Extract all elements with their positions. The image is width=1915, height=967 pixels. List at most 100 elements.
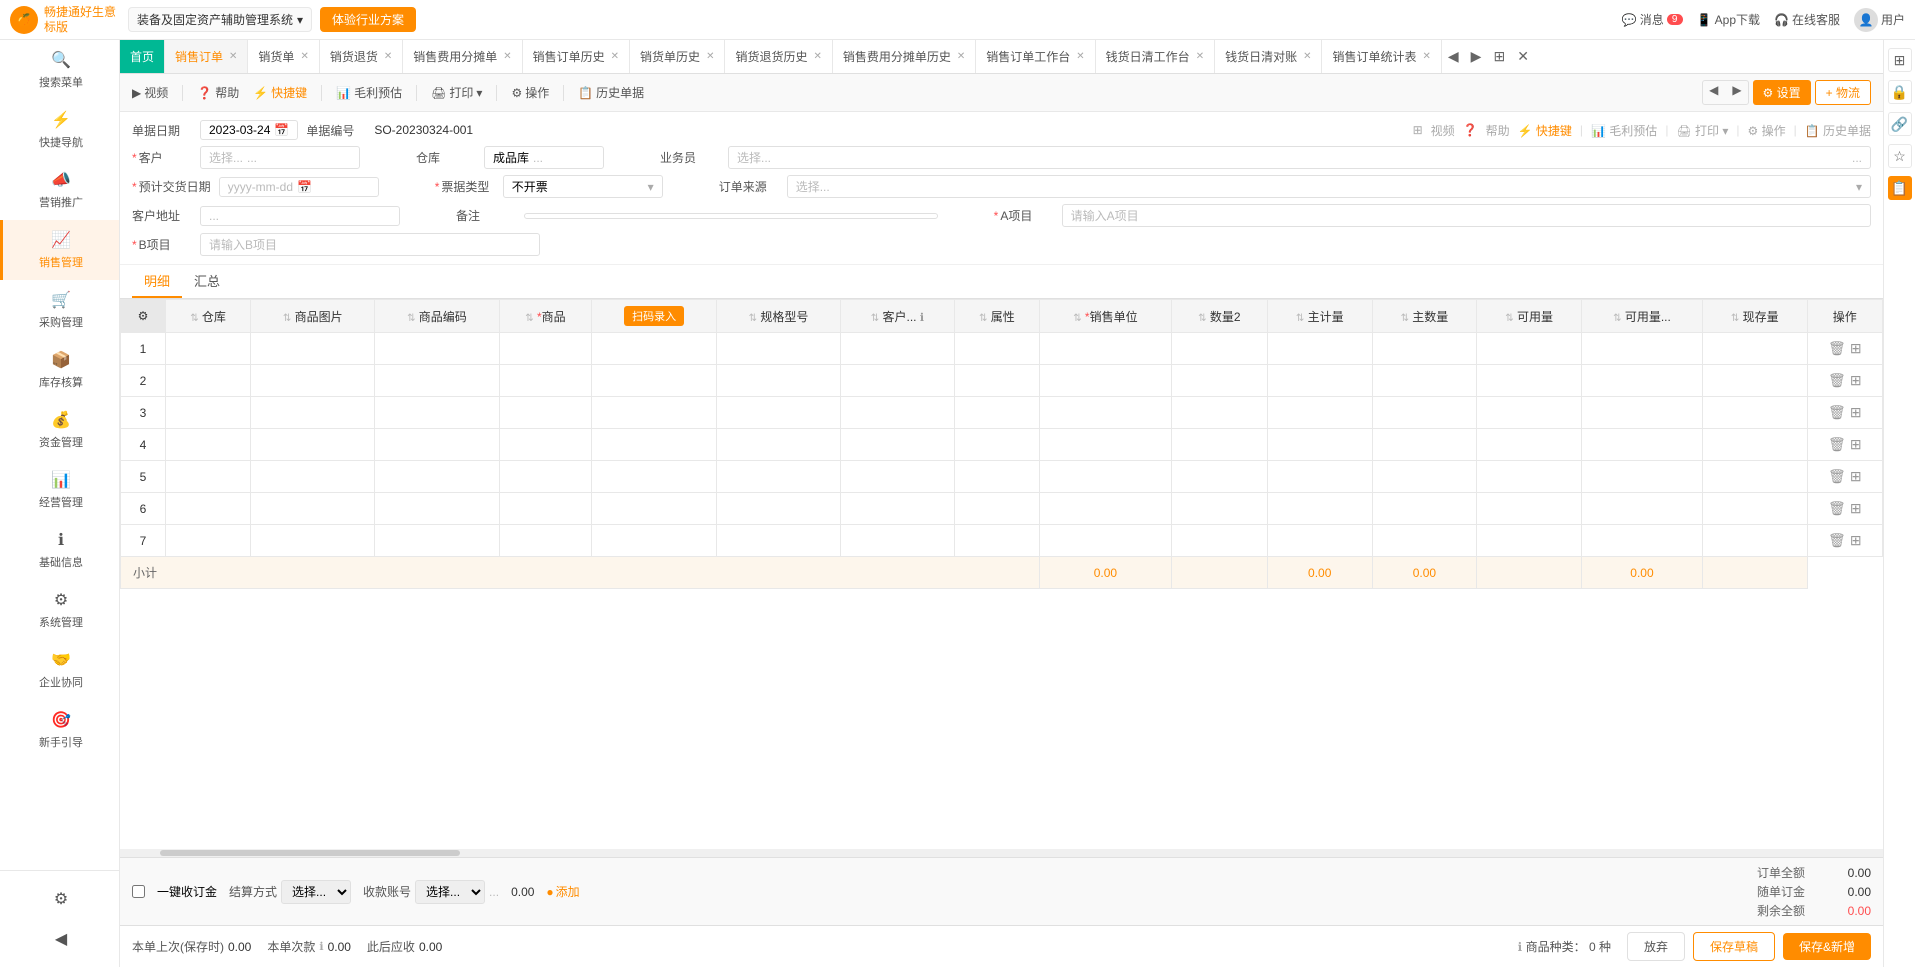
row-spec[interactable] (716, 493, 840, 525)
ops-btn2[interactable]: ⚙ 操作 (1748, 122, 1786, 139)
row-delete-btn[interactable]: 🗑 (1828, 500, 1846, 517)
h-scroll[interactable] (120, 849, 1883, 857)
row-main-qty[interactable] (1372, 365, 1477, 397)
row-spec[interactable] (716, 397, 840, 429)
toolbar-operations[interactable]: ⚙ 操作 (511, 84, 549, 101)
sidebar-item-sales[interactable]: 📈 销售管理 (0, 220, 119, 280)
app-download-btn[interactable]: 📱 App下载 (1697, 11, 1760, 28)
row-spec[interactable] (716, 525, 840, 557)
tab-close-cash-reconcile[interactable]: ✕ (1303, 51, 1311, 62)
row-main-qty[interactable] (1372, 461, 1477, 493)
h-scroll-thumb[interactable] (160, 850, 460, 856)
sidebar-item-search[interactable]: 🔍 搜索菜单 (0, 40, 119, 100)
warehouse-field[interactable]: 成品库 ... (484, 146, 604, 169)
address-field[interactable]: ... (200, 206, 400, 226)
nav-prev-btn[interactable]: ◀ (1703, 81, 1724, 104)
row-main-qty[interactable] (1372, 397, 1477, 429)
sidebar-item-marketing[interactable]: 📣 营销推广 (0, 160, 119, 220)
customer-field[interactable]: 选择... ... (200, 146, 360, 169)
sidebar-item-purchase[interactable]: 🛒 采购管理 (0, 280, 119, 340)
row-name[interactable] (499, 461, 592, 493)
row-attrs[interactable] (954, 493, 1039, 525)
sidebar-item-settings[interactable]: ⚙ (0, 879, 119, 919)
tab-order-stats[interactable]: 销售订单统计表 ✕ (1322, 40, 1441, 73)
row-customer-code[interactable] (841, 397, 955, 429)
shortcut-btn2[interactable]: ⚡ 快捷键 (1518, 122, 1572, 139)
delivery-date-field[interactable]: yyyy-mm-dd 📅 (219, 177, 379, 197)
tab-invoice-history[interactable]: 销货单历史 ✕ (630, 40, 725, 73)
a-project-field[interactable]: 请输入A项目 (1062, 204, 1871, 227)
rp-btn-5[interactable]: 📋 (1888, 176, 1912, 200)
save-draft-btn[interactable]: 保存草稿 (1693, 932, 1775, 961)
row-unit[interactable] (1040, 493, 1172, 525)
tab-sales-return[interactable]: 销货退货 ✕ (320, 40, 403, 73)
row-warehouse[interactable] (165, 525, 250, 557)
row-code[interactable] (375, 461, 499, 493)
history-btn2[interactable]: 📋 历史单据 (1805, 122, 1871, 139)
row-name[interactable] (499, 429, 592, 461)
tab-close-cash-workbench[interactable]: ✕ (1196, 51, 1204, 62)
row-warehouse[interactable] (165, 397, 250, 429)
tab-return-history[interactable]: 销货退货历史 ✕ (725, 40, 832, 73)
row-delete-btn[interactable]: 🗑 (1828, 404, 1846, 421)
row-attrs[interactable] (954, 397, 1039, 429)
row-copy-btn[interactable]: ⊞ (1850, 404, 1862, 421)
date-field[interactable]: 2023-03-24 📅 (200, 120, 298, 140)
row-customer-code[interactable] (841, 333, 955, 365)
tab-sales-invoice[interactable]: 销货单 ✕ (248, 40, 319, 73)
row-customer-code[interactable] (841, 493, 955, 525)
row-spec[interactable] (716, 365, 840, 397)
row-unit[interactable] (1040, 365, 1172, 397)
toolbar-video[interactable]: ▶ 视频 (132, 84, 168, 101)
row-delete-btn[interactable]: 🗑 (1828, 436, 1846, 453)
row-warehouse[interactable] (165, 461, 250, 493)
nav-next-btn[interactable]: ▶ (1726, 81, 1747, 104)
rp-btn-4[interactable]: ☆ (1888, 144, 1912, 168)
row-qty2[interactable] (1171, 525, 1267, 557)
sidebar-item-inventory[interactable]: 📦 库存核算 (0, 340, 119, 400)
tab-close-sales-return[interactable]: ✕ (384, 51, 392, 62)
row-unit[interactable] (1040, 429, 1172, 461)
row-customer-code[interactable] (841, 365, 955, 397)
logistics-btn[interactable]: + 物流 (1815, 80, 1871, 105)
tab-close-invoice-history[interactable]: ✕ (706, 51, 714, 62)
payment-method-select[interactable]: 选择... (281, 880, 351, 904)
print-btn2[interactable]: 🖨 打印 ▾ (1676, 122, 1728, 139)
row-qty2[interactable] (1171, 493, 1267, 525)
rp-btn-2[interactable]: 🔒 (1888, 80, 1912, 104)
one-click-deposit-checkbox[interactable] (132, 885, 145, 898)
row-delete-btn[interactable]: 🗑 (1828, 468, 1846, 485)
row-attrs[interactable] (954, 429, 1039, 461)
tab-close-order-workbench[interactable]: ✕ (1076, 51, 1084, 62)
row-unit[interactable] (1040, 461, 1172, 493)
tab-detail[interactable]: 明细 (132, 265, 182, 298)
save-new-btn[interactable]: 保存&新增 (1783, 933, 1871, 960)
industry-btn[interactable]: 体验行业方案 (320, 7, 416, 32)
row-unit[interactable] (1040, 333, 1172, 365)
tab-prev-btn[interactable]: ◀ (1442, 48, 1465, 65)
row-code[interactable] (375, 397, 499, 429)
row-qty2[interactable] (1171, 397, 1267, 429)
online-service-btn[interactable]: 🎧 在线客服 (1774, 11, 1840, 28)
row-warehouse[interactable] (165, 429, 250, 461)
row-copy-btn[interactable]: ⊞ (1850, 372, 1862, 389)
toolbar-print[interactable]: 🖨 打印 ▾ (431, 84, 482, 101)
row-spec[interactable] (716, 461, 840, 493)
row-copy-btn[interactable]: ⊞ (1850, 500, 1862, 517)
row-qty2[interactable] (1171, 461, 1267, 493)
settings-btn[interactable]: ⚙ 设置 (1753, 80, 1811, 105)
tab-home[interactable]: 首页 (120, 40, 165, 73)
row-customer-code[interactable] (841, 461, 955, 493)
system-selector[interactable]: 装备及固定资产辅助管理系统 ▾ (128, 7, 312, 32)
row-attrs[interactable] (954, 525, 1039, 557)
row-code[interactable] (375, 365, 499, 397)
scan-btn[interactable]: 扫码录入 (624, 306, 684, 326)
row-attrs[interactable] (954, 365, 1039, 397)
tab-expense-history[interactable]: 销售费用分摊单历史 ✕ (833, 40, 976, 73)
sidebar-item-collab[interactable]: 🤝 企业协同 (0, 640, 119, 700)
row-spec[interactable] (716, 333, 840, 365)
sidebar-item-system[interactable]: ⚙ 系统管理 (0, 580, 119, 640)
tab-close-order-stats[interactable]: ✕ (1423, 51, 1431, 62)
row-name[interactable] (499, 525, 592, 557)
row-delete-btn[interactable]: 🗑 (1828, 532, 1846, 549)
